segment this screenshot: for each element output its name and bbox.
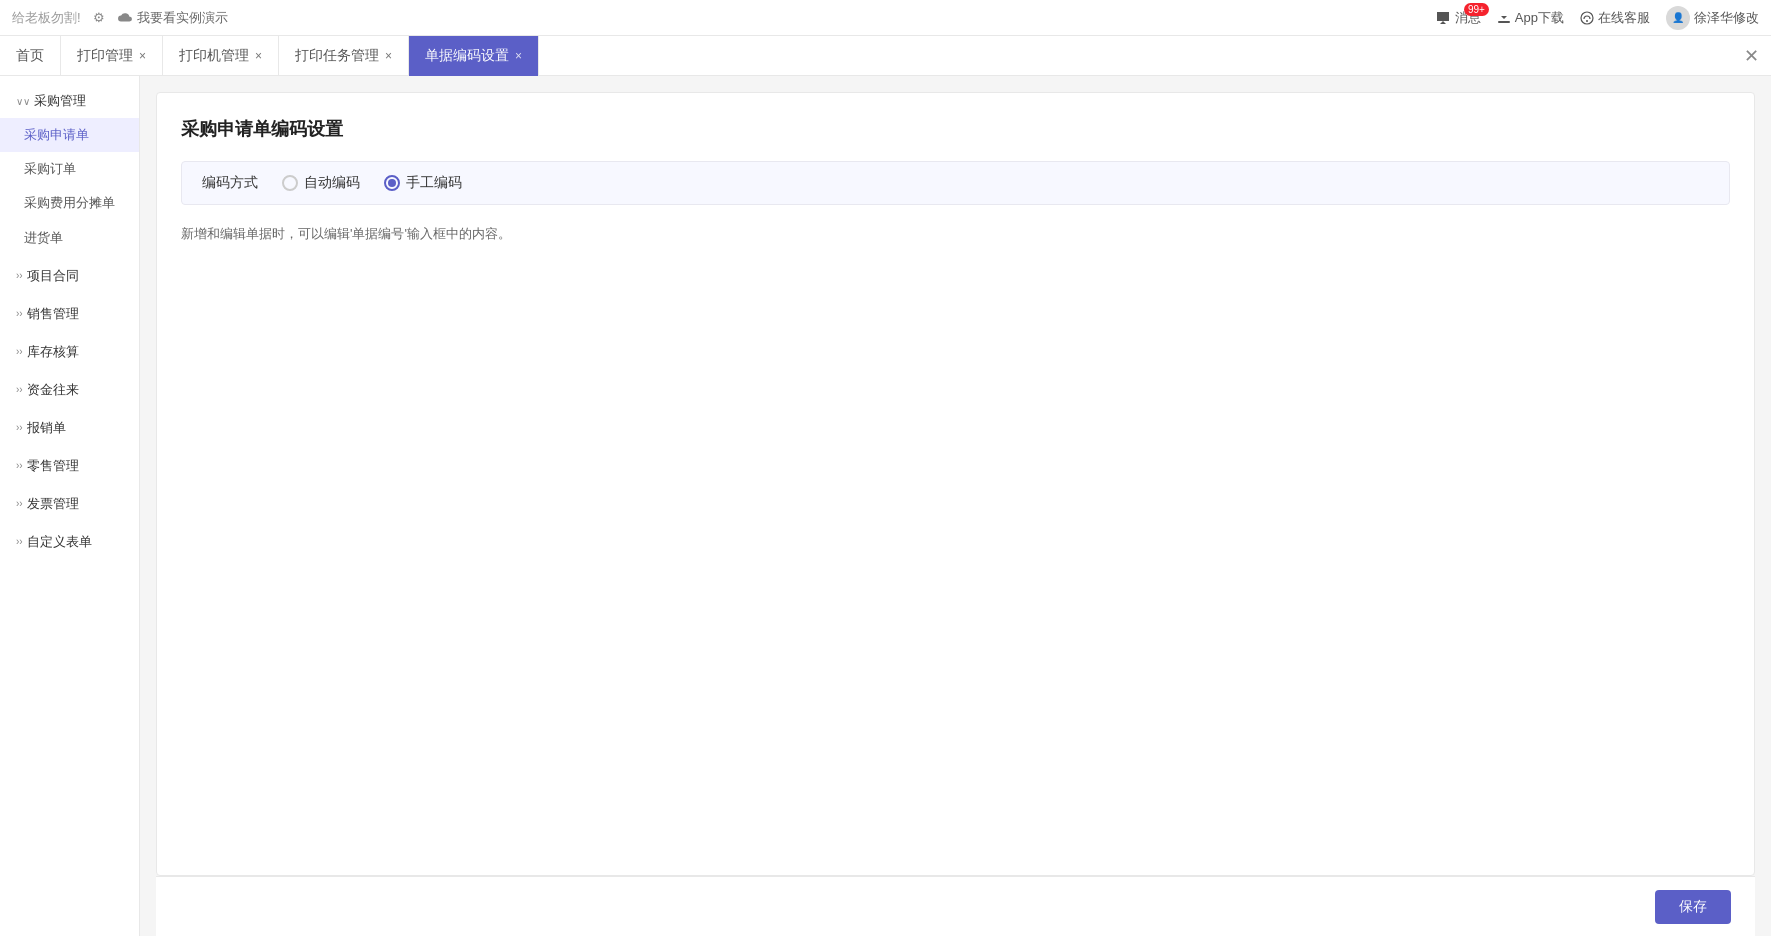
radio-manual-circle bbox=[384, 175, 400, 191]
user-name: 徐泽华修改 bbox=[1694, 9, 1759, 27]
app-download-label: App下载 bbox=[1515, 9, 1564, 27]
tab-print-management[interactable]: 打印管理 × bbox=[61, 36, 163, 76]
content-footer: 保存 bbox=[156, 876, 1755, 936]
cloud-icon bbox=[117, 10, 133, 26]
svg-point-1 bbox=[1581, 12, 1593, 24]
sidebar-item-purchase-request[interactable]: 采购申请单 bbox=[0, 118, 139, 152]
demo-link[interactable]: 我要看实例演示 bbox=[117, 9, 228, 27]
project-contract-arrow: › bbox=[16, 270, 23, 281]
close-all-tabs[interactable]: ✕ bbox=[1732, 45, 1771, 67]
auto-code-label: 自动编码 bbox=[304, 174, 360, 192]
encoding-label: 编码方式 bbox=[202, 174, 258, 192]
close-print-management[interactable]: × bbox=[139, 49, 146, 63]
radio-manual-code[interactable]: 手工编码 bbox=[384, 174, 462, 192]
user-info[interactable]: 👤 徐泽华修改 bbox=[1666, 6, 1759, 30]
sidebar-group-title-project-contract[interactable]: › 项目合同 bbox=[0, 259, 139, 293]
close-printer-management[interactable]: × bbox=[255, 49, 262, 63]
procurement-arrow: ∨ bbox=[16, 96, 30, 107]
encoding-section: 编码方式 自动编码 手工编码 bbox=[181, 161, 1730, 205]
brand-label: 给老板勿割! bbox=[12, 9, 81, 27]
online-service-label: 在线客服 bbox=[1598, 9, 1650, 27]
returns-arrow: › bbox=[16, 422, 23, 433]
sidebar-group-returns: › 报销单 bbox=[0, 411, 139, 445]
tab-barcode-setting[interactable]: 单据编码设置 × bbox=[409, 36, 539, 76]
custom-form-arrow: › bbox=[16, 536, 23, 547]
sidebar-group-title-retail[interactable]: › 零售管理 bbox=[0, 449, 139, 483]
tab-print-task[interactable]: 打印任务管理 × bbox=[279, 36, 409, 76]
sidebar-group-custom-form: › 自定义表单 bbox=[0, 525, 139, 559]
top-bar: 给老板勿割! ⚙ 我要看实例演示 消息 99+ App下载 在线客服 👤 徐泽华… bbox=[0, 0, 1771, 36]
sidebar-item-stock-in[interactable]: 进货单 bbox=[0, 221, 139, 255]
sidebar-group-title-inventory[interactable]: › 库存核算 bbox=[0, 335, 139, 369]
download-icon bbox=[1497, 11, 1511, 25]
avatar: 👤 bbox=[1666, 6, 1690, 30]
sidebar-item-purchase-fee[interactable]: 采购费用分摊单 bbox=[0, 186, 139, 220]
top-bar-right: 消息 99+ App下载 在线客服 👤 徐泽华修改 bbox=[1435, 6, 1759, 30]
message-button[interactable]: 消息 99+ bbox=[1435, 9, 1481, 27]
sidebar-group-procurement: ∨ 采购管理 采购申请单 采购订单 采购费用分摊单 进货单 bbox=[0, 84, 139, 255]
sidebar-group-title-returns[interactable]: › 报销单 bbox=[0, 411, 139, 445]
svg-rect-0 bbox=[1498, 21, 1510, 23]
retail-arrow: › bbox=[16, 460, 23, 471]
message-badge: 99+ bbox=[1464, 3, 1489, 16]
sidebar-group-inventory: › 库存核算 bbox=[0, 335, 139, 369]
sidebar-group-title-procurement[interactable]: ∨ 采购管理 bbox=[0, 84, 139, 118]
radio-group: 自动编码 手工编码 bbox=[282, 174, 462, 192]
page-title: 采购申请单编码设置 bbox=[181, 117, 1730, 141]
sidebar-item-purchase-order[interactable]: 采购订单 bbox=[0, 152, 139, 186]
sidebar-group-sales: › 销售管理 bbox=[0, 297, 139, 331]
message-icon bbox=[1435, 10, 1451, 26]
hint-text: 新增和编辑单据时，可以编辑'单据编号'输入框中的内容。 bbox=[181, 225, 1730, 243]
invoice-arrow: › bbox=[16, 498, 23, 509]
content-inner: 采购申请单编码设置 编码方式 自动编码 手工编码 新增和编辑单据时，可以编辑'单… bbox=[156, 92, 1755, 876]
app-download-button[interactable]: App下载 bbox=[1497, 9, 1564, 27]
sidebar-group-retail: › 零售管理 bbox=[0, 449, 139, 483]
funds-arrow: › bbox=[16, 384, 23, 395]
sidebar-group-funds: › 资金往来 bbox=[0, 373, 139, 407]
sidebar-group-title-funds[interactable]: › 资金往来 bbox=[0, 373, 139, 407]
tab-printer-management[interactable]: 打印机管理 × bbox=[163, 36, 279, 76]
content-area: 采购申请单编码设置 编码方式 自动编码 手工编码 新增和编辑单据时，可以编辑'单… bbox=[140, 76, 1771, 936]
sidebar-group-project-contract: › 项目合同 bbox=[0, 259, 139, 293]
tab-bar: 首页 打印管理 × 打印机管理 × 打印任务管理 × 单据编码设置 × ✕ bbox=[0, 36, 1771, 76]
top-bar-left: 给老板勿割! ⚙ 我要看实例演示 bbox=[12, 9, 228, 27]
sales-arrow: › bbox=[16, 308, 23, 319]
sidebar-group-title-custom-form[interactable]: › 自定义表单 bbox=[0, 525, 139, 559]
main-layout: ∨ 采购管理 采购申请单 采购订单 采购费用分摊单 进货单 › 项目合同 bbox=[0, 76, 1771, 936]
svg-point-2 bbox=[1586, 20, 1588, 22]
save-button[interactable]: 保存 bbox=[1655, 890, 1731, 924]
settings-icon[interactable]: ⚙ bbox=[93, 10, 105, 25]
radio-auto-code[interactable]: 自动编码 bbox=[282, 174, 360, 192]
manual-code-label: 手工编码 bbox=[406, 174, 462, 192]
tab-home[interactable]: 首页 bbox=[0, 36, 61, 76]
sidebar: ∨ 采购管理 采购申请单 采购订单 采购费用分摊单 进货单 › 项目合同 bbox=[0, 76, 140, 936]
demo-link-label: 我要看实例演示 bbox=[137, 9, 228, 27]
service-icon bbox=[1580, 11, 1594, 25]
online-service-button[interactable]: 在线客服 bbox=[1580, 9, 1650, 27]
close-barcode-setting[interactable]: × bbox=[515, 49, 522, 63]
sidebar-group-invoice: › 发票管理 bbox=[0, 487, 139, 521]
sidebar-group-title-sales[interactable]: › 销售管理 bbox=[0, 297, 139, 331]
sidebar-group-title-invoice[interactable]: › 发票管理 bbox=[0, 487, 139, 521]
radio-auto-circle bbox=[282, 175, 298, 191]
close-print-task[interactable]: × bbox=[385, 49, 392, 63]
inventory-arrow: › bbox=[16, 346, 23, 357]
